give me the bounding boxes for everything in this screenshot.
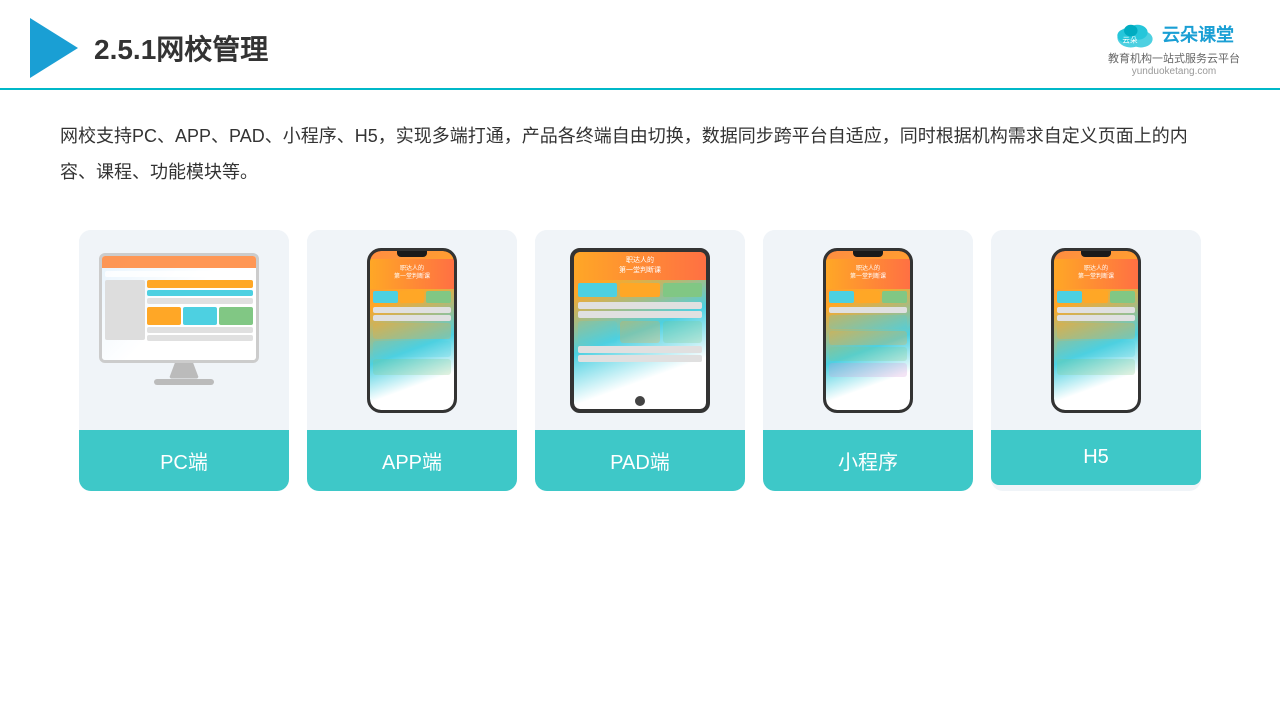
pad-image-area: 职达人的第一堂判断课 — [535, 230, 745, 430]
brand-logo: 云朵 云朵课堂 — [1114, 20, 1234, 48]
miniprogram-label: 小程序 — [763, 430, 973, 491]
app-phone-screen: 职达人的第一堂判断课 — [370, 251, 454, 410]
description-text: 网校支持PC、APP、PAD、小程序、H5，实现多端打通，产品各终端自由切换，数… — [0, 90, 1280, 200]
app-card: 职达人的第一堂判断课 — [307, 230, 517, 491]
svg-text:云朵: 云朵 — [1122, 35, 1138, 44]
pad-tablet-mockup: 职达人的第一堂判断课 — [570, 248, 710, 413]
header-left: 2.5.1网校管理 — [30, 18, 268, 78]
miniprogram-card: 职达人的第一堂判断课 — [763, 230, 973, 491]
pad-card: 职达人的第一堂判断课 — [535, 230, 745, 491]
app-label: APP端 — [307, 430, 517, 491]
logo-triangle-icon — [30, 18, 78, 78]
brand-url: yunduoketang.com — [1132, 66, 1217, 77]
brand-name: 云朵课堂 — [1162, 21, 1234, 47]
miniprogram-phone-mockup: 职达人的第一堂判断课 — [823, 248, 913, 413]
miniprogram-phone-notch — [853, 251, 883, 257]
page-title: 2.5.1网校管理 — [94, 28, 268, 68]
pad-tablet-screen: 职达人的第一堂判断课 — [574, 252, 706, 409]
miniprogram-phone-screen: 职达人的第一堂判断课 — [826, 251, 910, 410]
pc-monitor — [99, 253, 269, 408]
h5-phone-screen: 职达人的第一堂判断课 — [1054, 251, 1138, 410]
header: 2.5.1网校管理 云朵 云朵课堂 教育机构一站式服务云平台 yunduoket… — [0, 0, 1280, 90]
cards-container: PC端 职达人的第一堂判断课 — [0, 200, 1280, 491]
phone-notch — [397, 251, 427, 257]
brand-tagline: 教育机构一站式服务云平台 — [1108, 50, 1240, 66]
miniprogram-image-area: 职达人的第一堂判断课 — [763, 230, 973, 430]
pc-card: PC端 — [79, 230, 289, 491]
app-phone-mockup: 职达人的第一堂判断课 — [367, 248, 457, 413]
header-right: 云朵 云朵课堂 教育机构一站式服务云平台 yunduoketang.com — [1108, 20, 1240, 77]
app-image-area: 职达人的第一堂判断课 — [307, 230, 517, 430]
h5-label: H5 — [991, 430, 1201, 485]
pc-label: PC端 — [79, 430, 289, 491]
cloud-icon: 云朵 — [1114, 20, 1156, 48]
h5-phone-notch — [1081, 251, 1111, 257]
h5-image-area: 职达人的第一堂判断课 — [991, 230, 1201, 430]
pc-image-area — [79, 230, 289, 430]
tablet-home-button — [635, 396, 645, 406]
pad-label: PAD端 — [535, 430, 745, 491]
h5-card: 职达人的第一堂判断课 — [991, 230, 1201, 491]
h5-phone-mockup: 职达人的第一堂判断课 — [1051, 248, 1141, 413]
